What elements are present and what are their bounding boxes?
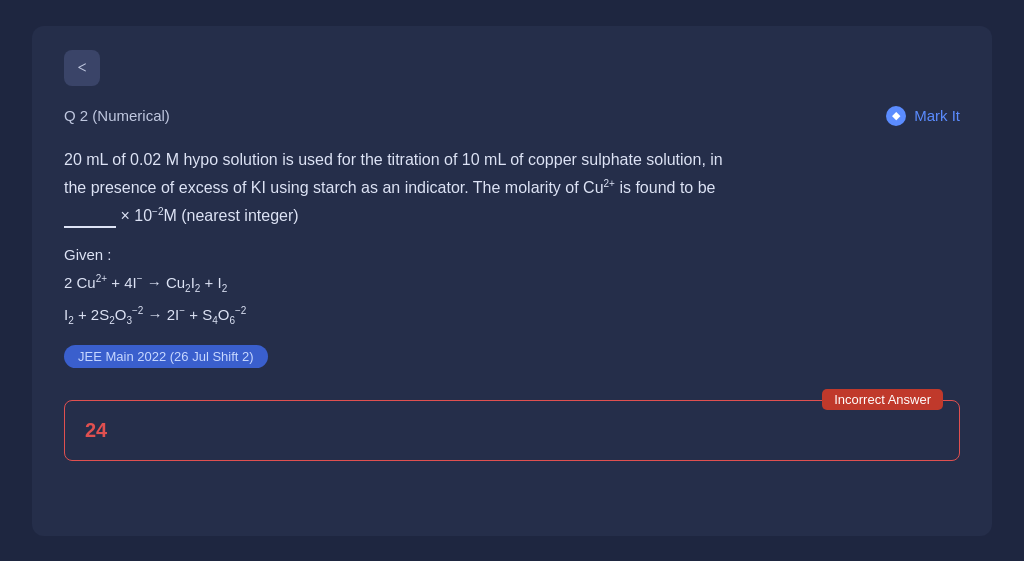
question-card: < Q 2 (Numerical) ◆ Mark It 20 mL of 0.0… [32,26,992,536]
equation1: 2 Cu2+ + 4I− → Cu2I2 + I2 [64,271,960,297]
bookmark-icon: ◆ [886,106,906,126]
question-header: Q 2 (Numerical) ◆ Mark It [64,106,960,126]
cu-superscript: 2+ [604,177,615,188]
given-section: Given : [64,246,960,263]
equation2: I2 + 2S2O3−2 → 2I− + S4O6−2 [64,303,960,329]
top-bar: < [64,50,960,86]
tag-button[interactable]: JEE Main 2022 (26 Jul Shift 2) [64,345,268,368]
outer-container: < Q 2 (Numerical) ◆ Mark It 20 mL of 0.0… [0,0,1024,561]
equations: 2 Cu2+ + 4I− → Cu2I2 + I2 I2 + 2S2O3−2 →… [64,271,960,329]
question-label: Q 2 (Numerical) [64,107,170,124]
question-line1: 20 mL of 0.02 M hypo solution is used fo… [64,151,723,168]
mark-it-button[interactable]: ◆ Mark It [886,106,960,126]
underline-blank [64,226,116,228]
mark-it-label: Mark It [914,107,960,124]
back-button[interactable]: < [64,50,100,86]
answer-section: Incorrect Answer 24 [64,400,960,461]
incorrect-answer-badge: Incorrect Answer [822,389,943,410]
question-line3: × 10−2M (nearest integer) [120,207,298,224]
question-line2: the presence of excess of KI using starc… [64,179,715,196]
exponent: −2 [152,205,163,216]
answer-value: 24 [85,419,107,441]
question-text: 20 mL of 0.02 M hypo solution is used fo… [64,146,960,230]
